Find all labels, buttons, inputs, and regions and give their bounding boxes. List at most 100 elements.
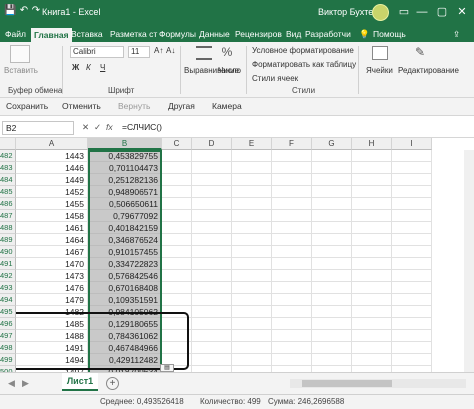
cell-d[interactable] <box>192 222 232 234</box>
cell-f[interactable] <box>272 186 312 198</box>
enter-icon[interactable]: ✓ <box>94 122 101 133</box>
cell-d[interactable] <box>192 186 232 198</box>
prev-sheet-icon[interactable]: ◀ <box>8 378 15 389</box>
cell-b[interactable]: 0,506650611 <box>88 198 162 210</box>
grow-font-icon[interactable]: A↑ <box>154 46 163 55</box>
tab-review[interactable]: Рецензиров <box>232 26 285 42</box>
cell-b[interactable]: 0,984105062 <box>88 306 162 318</box>
avatar[interactable] <box>372 4 389 21</box>
cell-d[interactable] <box>192 354 232 366</box>
cell-g[interactable] <box>312 282 352 294</box>
cell-e[interactable] <box>232 306 272 318</box>
name-box[interactable]: B2 <box>2 121 74 135</box>
shrink-font-icon[interactable]: A↓ <box>166 46 175 55</box>
column-header-e[interactable]: E <box>232 138 272 150</box>
cell-f[interactable] <box>272 270 312 282</box>
column-header-d[interactable]: D <box>192 138 232 150</box>
qat-save-button[interactable]: Сохранить <box>6 101 48 111</box>
cell-i[interactable] <box>392 150 432 162</box>
cell-e[interactable] <box>232 150 272 162</box>
cell-c[interactable] <box>162 210 192 222</box>
cells-icon[interactable] <box>372 46 388 60</box>
cell-g[interactable] <box>312 210 352 222</box>
ribbon-display-icon[interactable]: ▭ <box>396 4 412 20</box>
minimize-button[interactable]: — <box>414 4 430 20</box>
row-header[interactable]: 489 <box>0 234 16 246</box>
percent-icon[interactable]: % <box>220 45 234 59</box>
cell-b[interactable]: 0,109351591 <box>88 294 162 306</box>
cell-h[interactable] <box>352 354 392 366</box>
cell-h[interactable] <box>352 210 392 222</box>
cell-i[interactable] <box>392 234 432 246</box>
cell-i[interactable] <box>392 222 432 234</box>
cell-a[interactable]: 1458 <box>16 210 88 222</box>
cell-c[interactable] <box>162 318 192 330</box>
align-icon[interactable] <box>196 46 212 60</box>
cell-e[interactable] <box>232 174 272 186</box>
cell-g[interactable] <box>312 222 352 234</box>
cell-h[interactable] <box>352 282 392 294</box>
cell-f[interactable] <box>272 210 312 222</box>
cell-i[interactable] <box>392 198 432 210</box>
cell-b[interactable]: 0,910157455 <box>88 246 162 258</box>
row-header[interactable]: 494 <box>0 294 16 306</box>
cell-b[interactable]: 0,576842546 <box>88 270 162 282</box>
cell-e[interactable] <box>232 210 272 222</box>
cell-d[interactable] <box>192 162 232 174</box>
row-header[interactable]: 488 <box>0 222 16 234</box>
cell-c[interactable] <box>162 294 192 306</box>
cell-i[interactable] <box>392 306 432 318</box>
cell-b[interactable]: 0,467484966 <box>88 342 162 354</box>
cell-g[interactable] <box>312 294 352 306</box>
cell-d[interactable] <box>192 306 232 318</box>
cell-a[interactable]: 1446 <box>16 162 88 174</box>
cell-b[interactable]: 0,79677092 <box>88 210 162 222</box>
cell-a[interactable]: 1479 <box>16 294 88 306</box>
cell-h[interactable] <box>352 330 392 342</box>
cell-e[interactable] <box>232 270 272 282</box>
cell-e[interactable] <box>232 318 272 330</box>
edit-icon[interactable]: ✎ <box>412 45 428 61</box>
cell-g[interactable] <box>312 174 352 186</box>
cell-e[interactable] <box>232 258 272 270</box>
row-header[interactable]: 497 <box>0 330 16 342</box>
cell-g[interactable] <box>312 318 352 330</box>
horizontal-scroll-thumb[interactable] <box>302 380 392 387</box>
column-header-g[interactable]: G <box>312 138 352 150</box>
cell-i[interactable] <box>392 330 432 342</box>
cell-c[interactable] <box>162 270 192 282</box>
row-header[interactable]: 496 <box>0 318 16 330</box>
cell-d[interactable] <box>192 198 232 210</box>
cell-a[interactable]: 1467 <box>16 246 88 258</box>
cell-h[interactable] <box>352 246 392 258</box>
cell-h[interactable] <box>352 150 392 162</box>
qat-camera-button[interactable]: Камера <box>212 101 242 111</box>
save-icon[interactable]: 💾 <box>4 5 16 17</box>
cell-e[interactable] <box>232 354 272 366</box>
column-header-b[interactable]: B <box>88 138 162 150</box>
cell-f[interactable] <box>272 354 312 366</box>
cell-e[interactable] <box>232 198 272 210</box>
font-size-select[interactable]: 11 <box>128 46 150 58</box>
cell-h[interactable] <box>352 318 392 330</box>
cell-b[interactable]: 0,701104473 <box>88 162 162 174</box>
column-header-f[interactable]: F <box>272 138 312 150</box>
cell-i[interactable] <box>392 270 432 282</box>
tab-developer[interactable]: Разработчи <box>302 26 354 42</box>
cell-i[interactable] <box>392 258 432 270</box>
tab-formulas[interactable]: Формулы <box>156 26 199 42</box>
cell-c[interactable] <box>162 282 192 294</box>
cell-h[interactable] <box>352 258 392 270</box>
tab-help[interactable]: Помощь <box>370 26 409 42</box>
cell-d[interactable] <box>192 258 232 270</box>
cell-f[interactable] <box>272 318 312 330</box>
close-button[interactable]: ✕ <box>454 4 470 20</box>
cell-d[interactable] <box>192 150 232 162</box>
cell-e[interactable] <box>232 234 272 246</box>
cell-c[interactable] <box>162 186 192 198</box>
select-all-corner[interactable] <box>0 138 16 150</box>
cell-d[interactable] <box>192 294 232 306</box>
cell-i[interactable] <box>392 162 432 174</box>
cell-a[interactable]: 1491 <box>16 342 88 354</box>
tab-insert[interactable]: Вставка <box>68 26 106 42</box>
